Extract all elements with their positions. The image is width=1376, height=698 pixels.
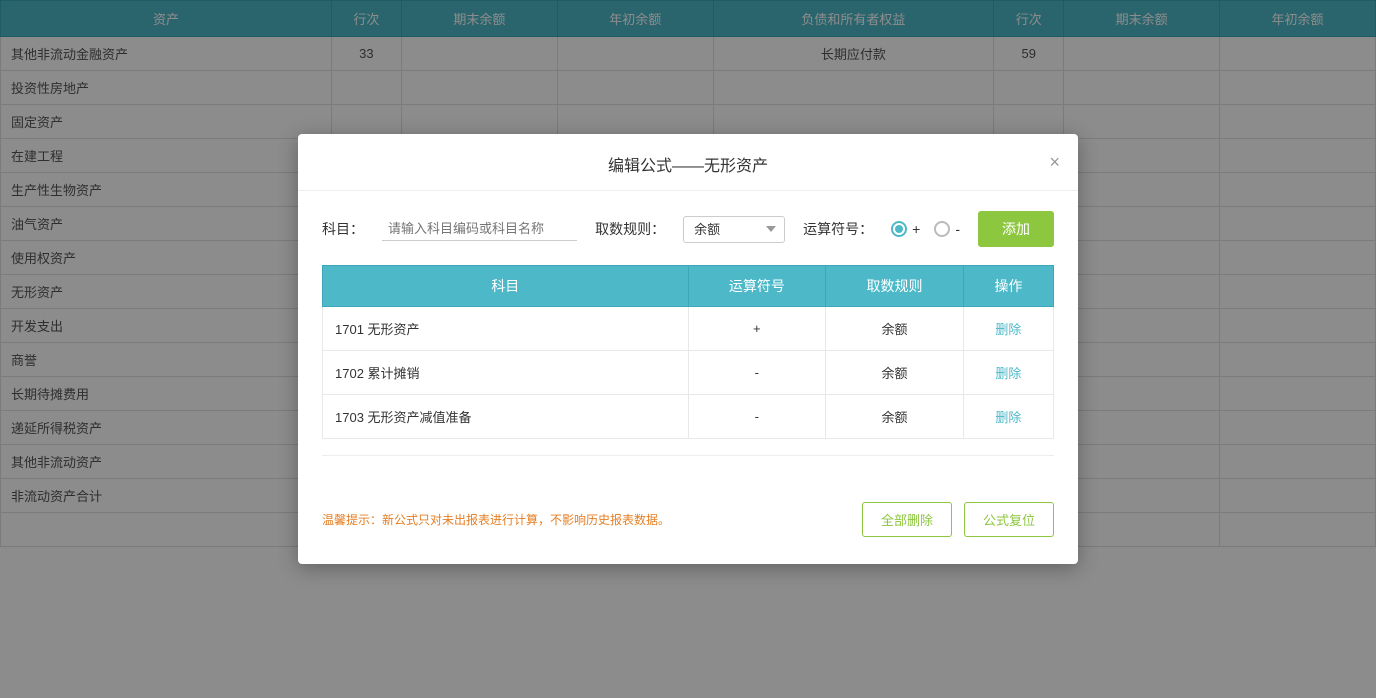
operator-label: 运算符号： xyxy=(803,219,873,239)
formula-rule: 余额 xyxy=(826,351,964,395)
rule-select-wrap: 余额 借方 贷方 借方发生额 贷方发生额 xyxy=(683,216,785,243)
formula-subject: 1701 无形资产 xyxy=(323,307,689,351)
delete-all-button[interactable]: 全部删除 xyxy=(862,502,952,537)
formula-action: 删除 xyxy=(963,395,1053,439)
formula-operator: - xyxy=(688,395,826,439)
modal-dialog: 编辑公式——无形资产 × 科目： 取数规则： 余额 借方 贷方 借方发生额 贷方… xyxy=(298,134,1078,564)
footer-hint: 温馨提示：新公式只对未出报表进行计算，不影响历史报表数据。 xyxy=(322,511,670,528)
formula-subject: 1702 累计摊销 xyxy=(323,351,689,395)
operator-radio-group: + - xyxy=(891,221,960,237)
radio-plus-circle xyxy=(891,221,907,237)
col-operator: 运算符号 xyxy=(688,266,826,307)
delete-row-button[interactable]: 删除 xyxy=(995,319,1021,338)
formula-table: 科目 运算符号 取数规则 操作 1701 无形资产+余额删除1702 累计摊销-… xyxy=(322,265,1054,439)
modal-footer: 温馨提示：新公式只对未出报表进行计算，不影响历史报表数据。 全部删除 公式复位 xyxy=(298,490,1078,555)
footer-buttons: 全部删除 公式复位 xyxy=(862,502,1054,537)
formula-operator: - xyxy=(688,351,826,395)
subject-input[interactable] xyxy=(382,217,577,241)
delete-row-button[interactable]: 删除 xyxy=(995,407,1021,426)
col-action: 操作 xyxy=(963,266,1053,307)
col-rule: 取数规则 xyxy=(826,266,964,307)
add-button[interactable]: 添加 xyxy=(978,211,1054,247)
formula-subject: 1703 无形资产减值准备 xyxy=(323,395,689,439)
radio-minus-circle xyxy=(934,221,950,237)
formula-action: 删除 xyxy=(963,351,1053,395)
radio-minus-label: - xyxy=(955,221,960,237)
formula-table-row: 1702 累计摊销-余额 删除 xyxy=(323,351,1054,395)
modal-header: 编辑公式——无形资产 × xyxy=(298,134,1078,191)
formula-rule: 余额 xyxy=(826,307,964,351)
formula-table-row: 1701 无形资产+余额 删除 xyxy=(323,307,1054,351)
hint-prefix: 温馨提示： xyxy=(322,513,382,527)
radio-plus[interactable]: + xyxy=(891,221,920,237)
formula-table-body: 1701 无形资产+余额删除1702 累计摊销-余额删除1703 无形资产减值准… xyxy=(323,307,1054,439)
divider xyxy=(322,455,1054,456)
formula-table-header: 科目 运算符号 取数规则 操作 xyxy=(323,266,1054,307)
hint-content: 新公式只对未出报表进行计算，不影响历史报表数据。 xyxy=(382,513,670,527)
modal-body: 科目： 取数规则： 余额 借方 贷方 借方发生额 贷方发生额 运算符号： xyxy=(298,191,1078,490)
formula-action: 删除 xyxy=(963,307,1053,351)
formula-operator: + xyxy=(688,307,826,351)
modal-overlay: 编辑公式——无形资产 × 科目： 取数规则： 余额 借方 贷方 借方发生额 贷方… xyxy=(0,0,1376,698)
close-button[interactable]: × xyxy=(1049,153,1060,171)
subject-label: 科目： xyxy=(322,219,364,239)
radio-plus-label: + xyxy=(912,221,920,237)
form-row: 科目： 取数规则： 余额 借方 贷方 借方发生额 贷方发生额 运算符号： xyxy=(322,211,1054,247)
rule-select[interactable]: 余额 借方 贷方 借方发生额 贷方发生额 xyxy=(683,216,785,243)
col-subject: 科目 xyxy=(323,266,689,307)
delete-row-button[interactable]: 删除 xyxy=(995,363,1021,382)
formula-table-header-row: 科目 运算符号 取数规则 操作 xyxy=(323,266,1054,307)
rule-label: 取数规则： xyxy=(595,219,665,239)
formula-rule: 余额 xyxy=(826,395,964,439)
radio-minus[interactable]: - xyxy=(934,221,960,237)
modal-title: 编辑公式——无形资产 xyxy=(608,158,768,175)
formula-table-row: 1703 无形资产减值准备-余额 删除 xyxy=(323,395,1054,439)
reset-formula-button[interactable]: 公式复位 xyxy=(964,502,1054,537)
